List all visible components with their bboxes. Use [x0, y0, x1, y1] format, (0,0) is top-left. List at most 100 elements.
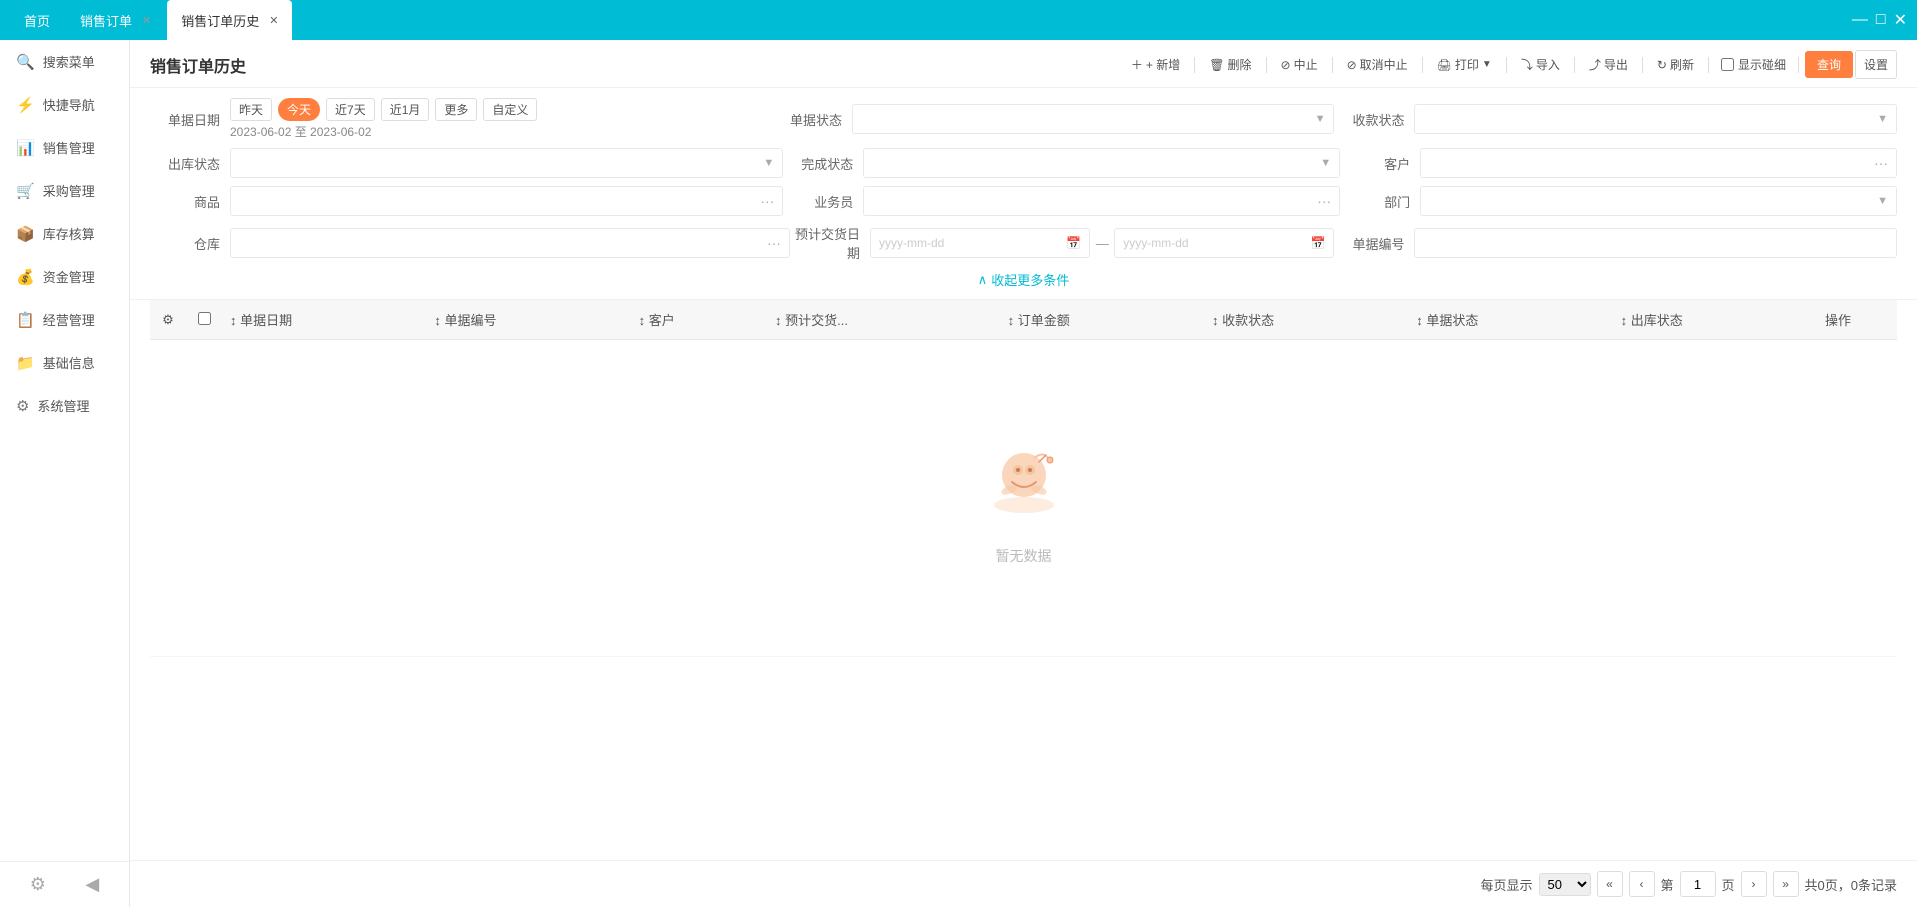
sidebar-item-operations[interactable]: 📋 经营管理 — [0, 298, 129, 341]
doc-number-label: 单据编号 — [1334, 234, 1414, 253]
prev-page-button[interactable]: ‹ — [1629, 871, 1655, 897]
sidebar-item-base-info-label: 基础信息 — [43, 353, 95, 372]
window-controls: — □ ✕ — [1852, 10, 1907, 30]
current-page-input[interactable] — [1680, 871, 1716, 897]
empty-illustration — [974, 430, 1074, 530]
salesperson-input[interactable]: ··· — [863, 186, 1340, 216]
delete-button[interactable]: 🗑 删除 — [1201, 51, 1259, 78]
last-page-button[interactable]: » — [1773, 871, 1799, 897]
new-button[interactable]: ＋ + 新增 — [1123, 51, 1188, 78]
th-payment-status[interactable]: ↕ 收款状态 — [1204, 300, 1408, 340]
date-btn-yesterday[interactable]: 昨天 — [230, 98, 272, 121]
sidebar-item-sales-mgmt-label: 销售管理 — [43, 138, 95, 157]
date-btn-7days[interactable]: 近7天 — [326, 98, 375, 121]
tab-sales-order-history-label: 销售订单历史 — [181, 11, 259, 30]
sidebar-collapse-icon[interactable]: ◀ — [85, 874, 99, 895]
completion-status-arrow: ▼ — [1320, 157, 1331, 169]
sidebar: 🔍 搜索菜单 ⚡ 快捷导航 📊 销售管理 🛒 采购管理 📦 库存核算 💰 资金管… — [0, 40, 130, 907]
warehouse-input[interactable]: ··· — [230, 228, 790, 258]
first-page-button[interactable]: « — [1597, 871, 1623, 897]
sidebar-search[interactable]: 🔍 搜索菜单 — [0, 40, 129, 83]
tab-sales-order[interactable]: 销售订单 ✕ — [66, 0, 165, 40]
th-date[interactable]: ↕ 单据日期 — [222, 300, 426, 340]
print-button[interactable]: 🖨 打印 ▼ — [1429, 51, 1500, 78]
payment-status-arrow: ▼ — [1877, 113, 1888, 125]
doc-number-input[interactable] — [1414, 228, 1897, 258]
date-btn-1month[interactable]: 近1月 — [381, 98, 430, 121]
toolbar-separator-2 — [1266, 57, 1267, 73]
base-info-icon: 📁 — [16, 354, 35, 372]
date-options: 昨天 今天 近7天 近1月 更多 自定义 — [230, 98, 772, 121]
maximize-icon[interactable]: □ — [1876, 11, 1886, 29]
delivery-date-start[interactable]: yyyy-mm-dd 📅 — [870, 228, 1090, 258]
empty-svg — [974, 430, 1074, 530]
stop-icon: ⊘ — [1281, 58, 1291, 72]
th-gear[interactable]: ⚙ — [150, 300, 186, 340]
table-wrapper: ⚙ ↕ 单据日期 ↕ 单据编号 ↕ — [130, 300, 1917, 860]
sidebar-item-quick-nav-label: 快捷导航 — [43, 95, 95, 114]
collapse-up-icon: ∧ — [978, 272, 988, 288]
customer-input[interactable]: ··· — [1420, 148, 1897, 178]
display-detail-input[interactable] — [1721, 58, 1734, 71]
query-button[interactable]: 查询 — [1805, 51, 1853, 78]
sidebar-item-sys-mgmt[interactable]: ⚙ 系统管理 — [0, 384, 129, 427]
collapse-more-btn[interactable]: ∧ 收起更多条件 — [150, 270, 1897, 289]
settings-button[interactable]: 设置 — [1855, 50, 1897, 79]
department-select[interactable]: ▼ — [1420, 186, 1897, 216]
next-page-button[interactable]: › — [1741, 871, 1767, 897]
display-detail-checkbox[interactable]: 显示碰细 — [1715, 51, 1792, 78]
tab-sales-order-close[interactable]: ✕ — [142, 14, 151, 27]
th-doc-status[interactable]: ↕ 单据状态 — [1408, 300, 1612, 340]
select-all-checkbox[interactable] — [198, 312, 211, 325]
cancel-stop-button[interactable]: ⊘ 取消中止 — [1339, 51, 1416, 78]
calendar-end-icon[interactable]: 📅 — [1311, 236, 1326, 250]
delivery-status-select[interactable]: ▼ — [230, 148, 783, 178]
tab-sales-order-label: 销售订单 — [80, 11, 132, 30]
sidebar-bottom: ⚙ ◀ — [0, 861, 129, 907]
refresh-button[interactable]: ↻ 刷新 — [1649, 51, 1702, 78]
payment-status-select[interactable]: ▼ — [1414, 104, 1897, 134]
sidebar-item-quick-nav[interactable]: ⚡ 快捷导航 — [0, 83, 129, 126]
th-number[interactable]: ↕ 单据编号 — [426, 300, 630, 340]
date-label: 单据日期 — [150, 110, 230, 129]
th-amount[interactable]: ↕ 订单金额 — [1000, 300, 1204, 340]
th-delivery-status[interactable]: ↕ 出库状态 — [1613, 300, 1817, 340]
delivery-date-end[interactable]: yyyy-mm-dd 📅 — [1114, 228, 1334, 258]
date-btn-today[interactable]: 今天 — [278, 98, 320, 121]
stop-button[interactable]: ⊘ 中止 — [1273, 51, 1326, 78]
sidebar-item-base-info[interactable]: 📁 基础信息 — [0, 341, 129, 384]
sidebar-item-inventory[interactable]: 📦 库存核算 — [0, 212, 129, 255]
sidebar-item-finance[interactable]: 💰 资金管理 — [0, 255, 129, 298]
toolbar-separator-7 — [1642, 57, 1643, 73]
calendar-start-icon[interactable]: 📅 — [1066, 236, 1081, 250]
first-page-icon: « — [1606, 877, 1613, 891]
customer-label: 客户 — [1340, 154, 1420, 173]
sidebar-item-sales-mgmt[interactable]: 📊 销售管理 — [0, 126, 129, 169]
product-input[interactable]: ··· — [230, 186, 783, 216]
th-checkbox[interactable] — [186, 300, 222, 340]
date-btn-more[interactable]: 更多 — [435, 98, 477, 121]
tab-home[interactable]: 首页 — [10, 0, 64, 40]
close-window-icon[interactable]: ✕ — [1894, 10, 1907, 30]
sidebar-item-operations-label: 经营管理 — [43, 310, 95, 329]
tab-sales-order-history[interactable]: 销售订单历史 ✕ — [167, 0, 292, 40]
th-delivery-date[interactable]: ↕ 预计交货... — [767, 300, 1000, 340]
delete-icon: 🗑 — [1209, 58, 1224, 72]
date-btn-custom[interactable]: 自定义 — [483, 98, 537, 121]
doc-status-arrow: ▼ — [1315, 113, 1326, 125]
page-size-label: 每页显示 — [1480, 875, 1532, 894]
minimize-icon[interactable]: — — [1852, 11, 1868, 29]
tab-sales-order-history-close[interactable]: ✕ — [269, 14, 278, 27]
page-size-select[interactable]: 50 10 20 100 — [1539, 873, 1591, 896]
doc-status-select[interactable]: ▼ — [852, 104, 1335, 134]
sidebar-item-purchase-mgmt[interactable]: 🛒 采购管理 — [0, 169, 129, 212]
th-customer[interactable]: ↕ 客户 — [631, 300, 767, 340]
completion-status-select[interactable]: ▼ — [863, 148, 1340, 178]
export-button[interactable]: ⤴ 导出 — [1581, 51, 1636, 78]
sidebar-search-label: 搜索菜单 — [43, 52, 95, 71]
purchase-mgmt-icon: 🛒 — [16, 182, 35, 200]
sidebar-settings-icon[interactable]: ⚙ — [30, 874, 46, 895]
export-icon: ⤴ — [1589, 56, 1601, 73]
toolbar-separator-8 — [1708, 57, 1709, 73]
import-button[interactable]: ⤵ 导入 — [1513, 51, 1568, 78]
